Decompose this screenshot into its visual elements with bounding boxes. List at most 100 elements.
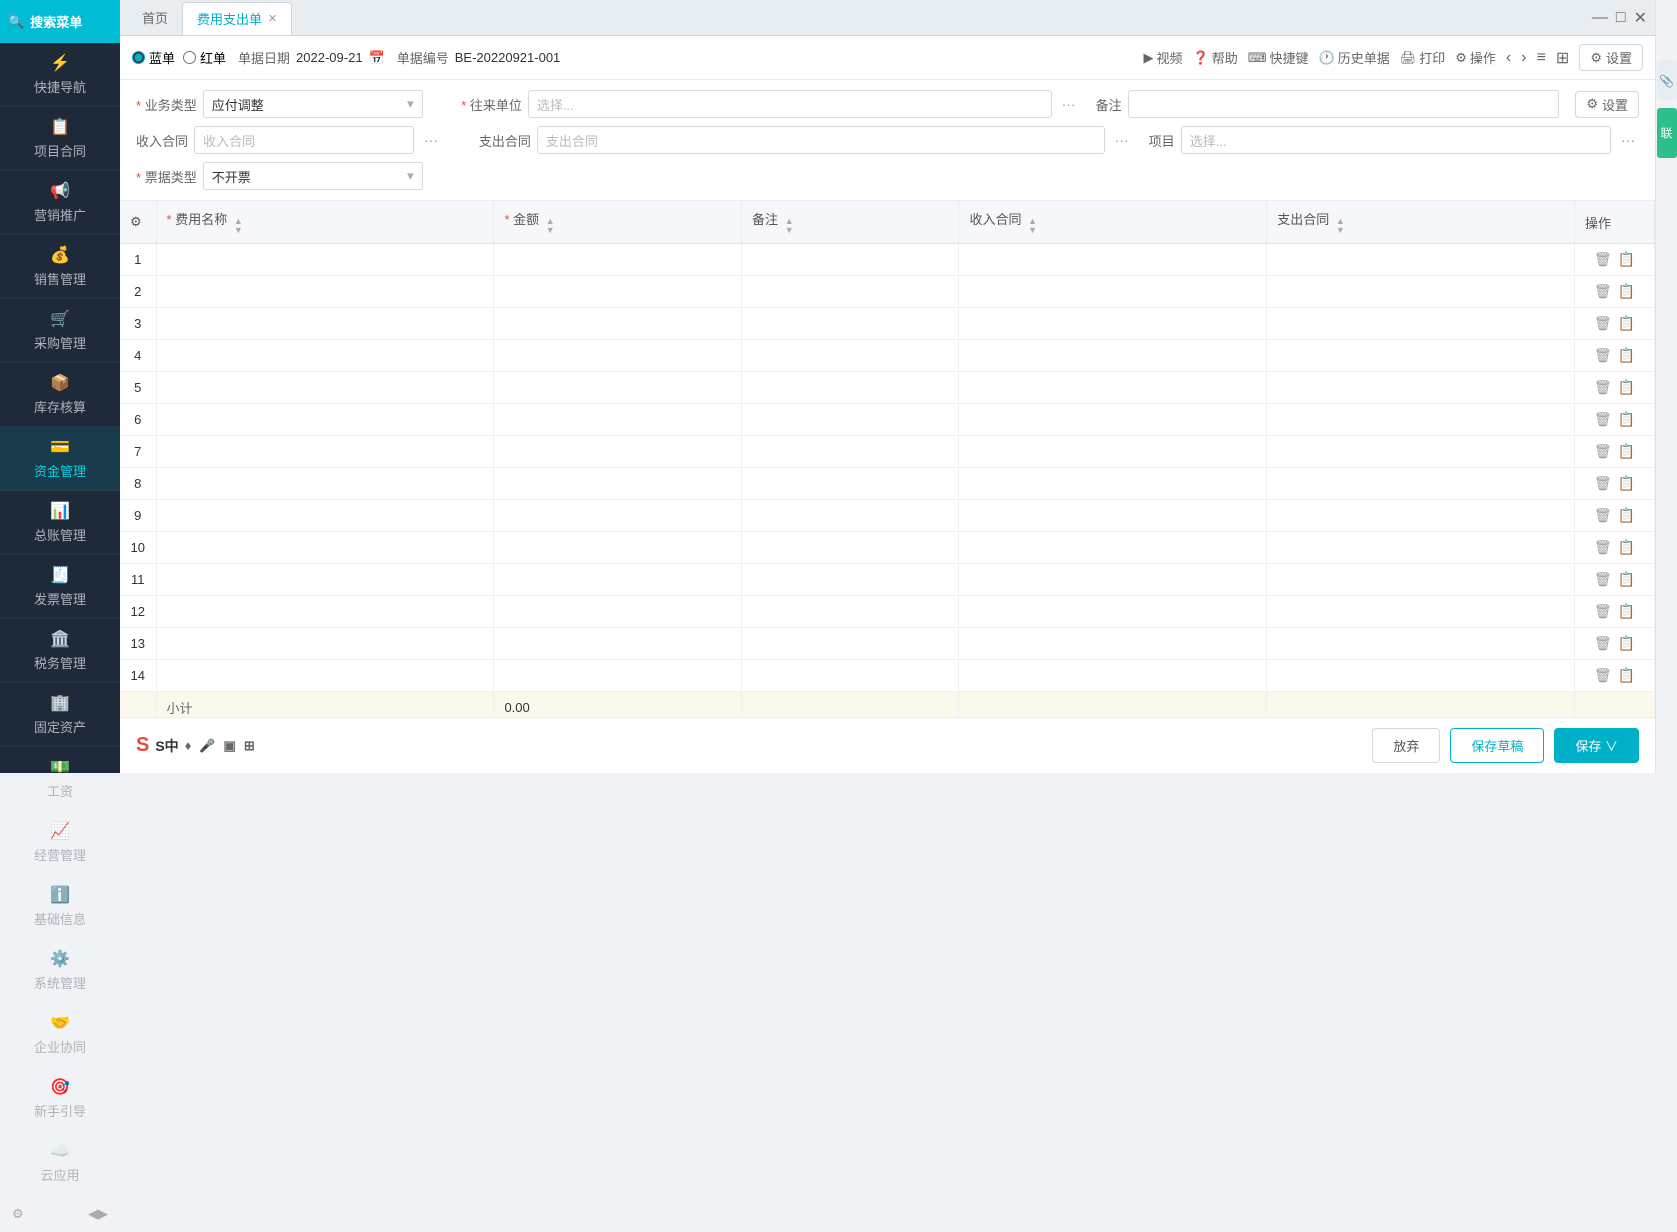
discard-button[interactable]: 放弃 (1372, 728, 1440, 763)
row-expense-name-13[interactable] (156, 628, 494, 660)
row-delete-13[interactable]: 🗑 (1594, 635, 1612, 652)
project-more-button[interactable]: ··· (1617, 132, 1639, 148)
date-value[interactable]: 2022-09-21 (296, 50, 363, 65)
sidebar-item-operations[interactable]: 📈 经营管理 (0, 811, 120, 875)
sidebar-item-marketing[interactable]: 📢 营销推广 (0, 171, 120, 235)
sidebar-item-system[interactable]: ⚙️ 系统管理 (0, 939, 120, 1003)
row-copy-5[interactable]: 📋 (1618, 379, 1635, 396)
row-note-9[interactable] (742, 500, 959, 532)
row-expense-contract-7[interactable] (1267, 436, 1575, 468)
sidebar-item-cooperation[interactable]: 🤝 企业协同 (0, 1003, 120, 1067)
sidebar-item-quick-nav[interactable]: ⚡ 快捷导航 (0, 43, 120, 107)
view-grid-button[interactable]: ⊞ (1556, 48, 1569, 68)
row-expense-contract-4[interactable] (1267, 340, 1575, 372)
sort-arrows-expense-contract[interactable]: ▲▼ (1336, 217, 1345, 235)
row-note-7[interactable] (742, 436, 959, 468)
nav-prev-button[interactable]: ‹ (1506, 49, 1511, 67)
row-amount-7[interactable] (494, 436, 742, 468)
sidebar-item-salary[interactable]: 💵 工资 (0, 747, 120, 811)
row-expense-contract-12[interactable] (1267, 596, 1575, 628)
red-bill-radio[interactable]: 红单 (183, 48, 226, 67)
sidebar-item-tax[interactable]: 🏛️ 税务管理 (0, 619, 120, 683)
row-copy-3[interactable]: 📋 (1618, 315, 1635, 332)
row-delete-5[interactable]: 🗑 (1594, 379, 1612, 396)
row-expense-contract-5[interactable] (1267, 372, 1575, 404)
row-expense-name-11[interactable] (156, 564, 494, 596)
row-expense-contract-10[interactable] (1267, 532, 1575, 564)
row-copy-4[interactable]: 📋 (1618, 347, 1635, 364)
row-copy-13[interactable]: 📋 (1618, 635, 1635, 652)
row-amount-6[interactable] (494, 404, 742, 436)
row-expense-name-5[interactable] (156, 372, 494, 404)
income-contract-more-button[interactable]: ··· (420, 132, 442, 148)
row-income-contract-5[interactable] (959, 372, 1267, 404)
video-action[interactable]: ▶ 视频 (1144, 48, 1183, 67)
history-action[interactable]: 🕐 历史单据 (1319, 48, 1390, 67)
help-action[interactable]: ❓ 帮助 (1193, 48, 1238, 67)
row-expense-name-8[interactable] (156, 468, 494, 500)
row-income-contract-14[interactable] (959, 660, 1267, 692)
brand-icon-2[interactable]: 🎤 (199, 738, 215, 754)
row-copy-2[interactable]: 📋 (1618, 283, 1635, 300)
row-expense-name-6[interactable] (156, 404, 494, 436)
save-draft-button[interactable]: 保存草稿 (1450, 728, 1544, 763)
expense-contract-input[interactable]: 支出合同 (537, 126, 1105, 154)
brand-icon-3[interactable]: ▣ (224, 738, 236, 754)
row-copy-11[interactable]: 📋 (1618, 571, 1635, 588)
row-delete-7[interactable]: 🗑 (1594, 443, 1612, 460)
row-copy-14[interactable]: 📋 (1618, 667, 1635, 684)
row-expense-contract-14[interactable] (1267, 660, 1575, 692)
row-note-6[interactable] (742, 404, 959, 436)
th-settings[interactable]: ⚙ (120, 201, 156, 244)
row-amount-11[interactable] (494, 564, 742, 596)
row-copy-8[interactable]: 📋 (1618, 475, 1635, 492)
settings-footer-icon[interactable]: ⚙ (12, 1206, 24, 1222)
row-income-contract-6[interactable] (959, 404, 1267, 436)
row-copy-10[interactable]: 📋 (1618, 539, 1635, 556)
row-expense-name-3[interactable] (156, 308, 494, 340)
nav-next-button[interactable]: › (1521, 49, 1526, 67)
right-edge-tab2[interactable]: 联 (1657, 108, 1677, 158)
row-income-contract-13[interactable] (959, 628, 1267, 660)
row-amount-10[interactable] (494, 532, 742, 564)
row-income-contract-7[interactable] (959, 436, 1267, 468)
row-note-14[interactable] (742, 660, 959, 692)
blue-bill-radio[interactable]: 蓝单 (132, 48, 175, 67)
row-amount-1[interactable] (494, 244, 742, 276)
row-amount-13[interactable] (494, 628, 742, 660)
row-delete-8[interactable]: 🗑 (1594, 475, 1612, 492)
row-delete-12[interactable]: 🗑 (1594, 603, 1612, 620)
note-input[interactable] (1128, 90, 1560, 118)
row-delete-10[interactable]: 🗑 (1594, 539, 1612, 556)
operation-action[interactable]: ⚙ 操作 (1455, 48, 1496, 67)
sidebar-item-assets[interactable]: 🏢 固定资产 (0, 683, 120, 747)
sidebar-item-accounting[interactable]: 📊 总账管理 (0, 491, 120, 555)
window-minimize-button[interactable]: — (1592, 9, 1608, 27)
row-note-3[interactable] (742, 308, 959, 340)
row-expense-contract-2[interactable] (1267, 276, 1575, 308)
sidebar-item-cloud[interactable]: ☁️ 云应用 (0, 1131, 120, 1195)
row-expense-contract-9[interactable] (1267, 500, 1575, 532)
row-copy-1[interactable]: 📋 (1618, 251, 1635, 268)
sidebar-item-basic-info[interactable]: ℹ️ 基础信息 (0, 875, 120, 939)
expense-contract-more-button[interactable]: ··· (1111, 132, 1133, 148)
tab-expense-close[interactable]: ✕ (268, 12, 277, 25)
right-edge-tab1[interactable]: 📎 (1657, 60, 1677, 100)
row-expense-name-14[interactable] (156, 660, 494, 692)
sidebar-header[interactable]: 🔍 搜索菜单 (0, 0, 120, 43)
row-income-contract-12[interactable] (959, 596, 1267, 628)
row-amount-3[interactable] (494, 308, 742, 340)
row-delete-3[interactable]: 🗑 (1594, 315, 1612, 332)
sort-arrows-expense-name[interactable]: ▲▼ (234, 217, 243, 235)
business-type-select[interactable]: 应付调整 ▾ (203, 90, 423, 118)
print-action[interactable]: 🖨 打印 (1400, 48, 1446, 67)
row-expense-name-4[interactable] (156, 340, 494, 372)
row-amount-2[interactable] (494, 276, 742, 308)
row-amount-12[interactable] (494, 596, 742, 628)
row-note-12[interactable] (742, 596, 959, 628)
row-expense-name-12[interactable] (156, 596, 494, 628)
window-close-button[interactable]: ✕ (1634, 8, 1647, 28)
row-expense-name-2[interactable] (156, 276, 494, 308)
sidebar-item-invoice[interactable]: 🧾 发票管理 (0, 555, 120, 619)
shortcut-action[interactable]: ⌨ 快捷键 (1248, 48, 1309, 67)
